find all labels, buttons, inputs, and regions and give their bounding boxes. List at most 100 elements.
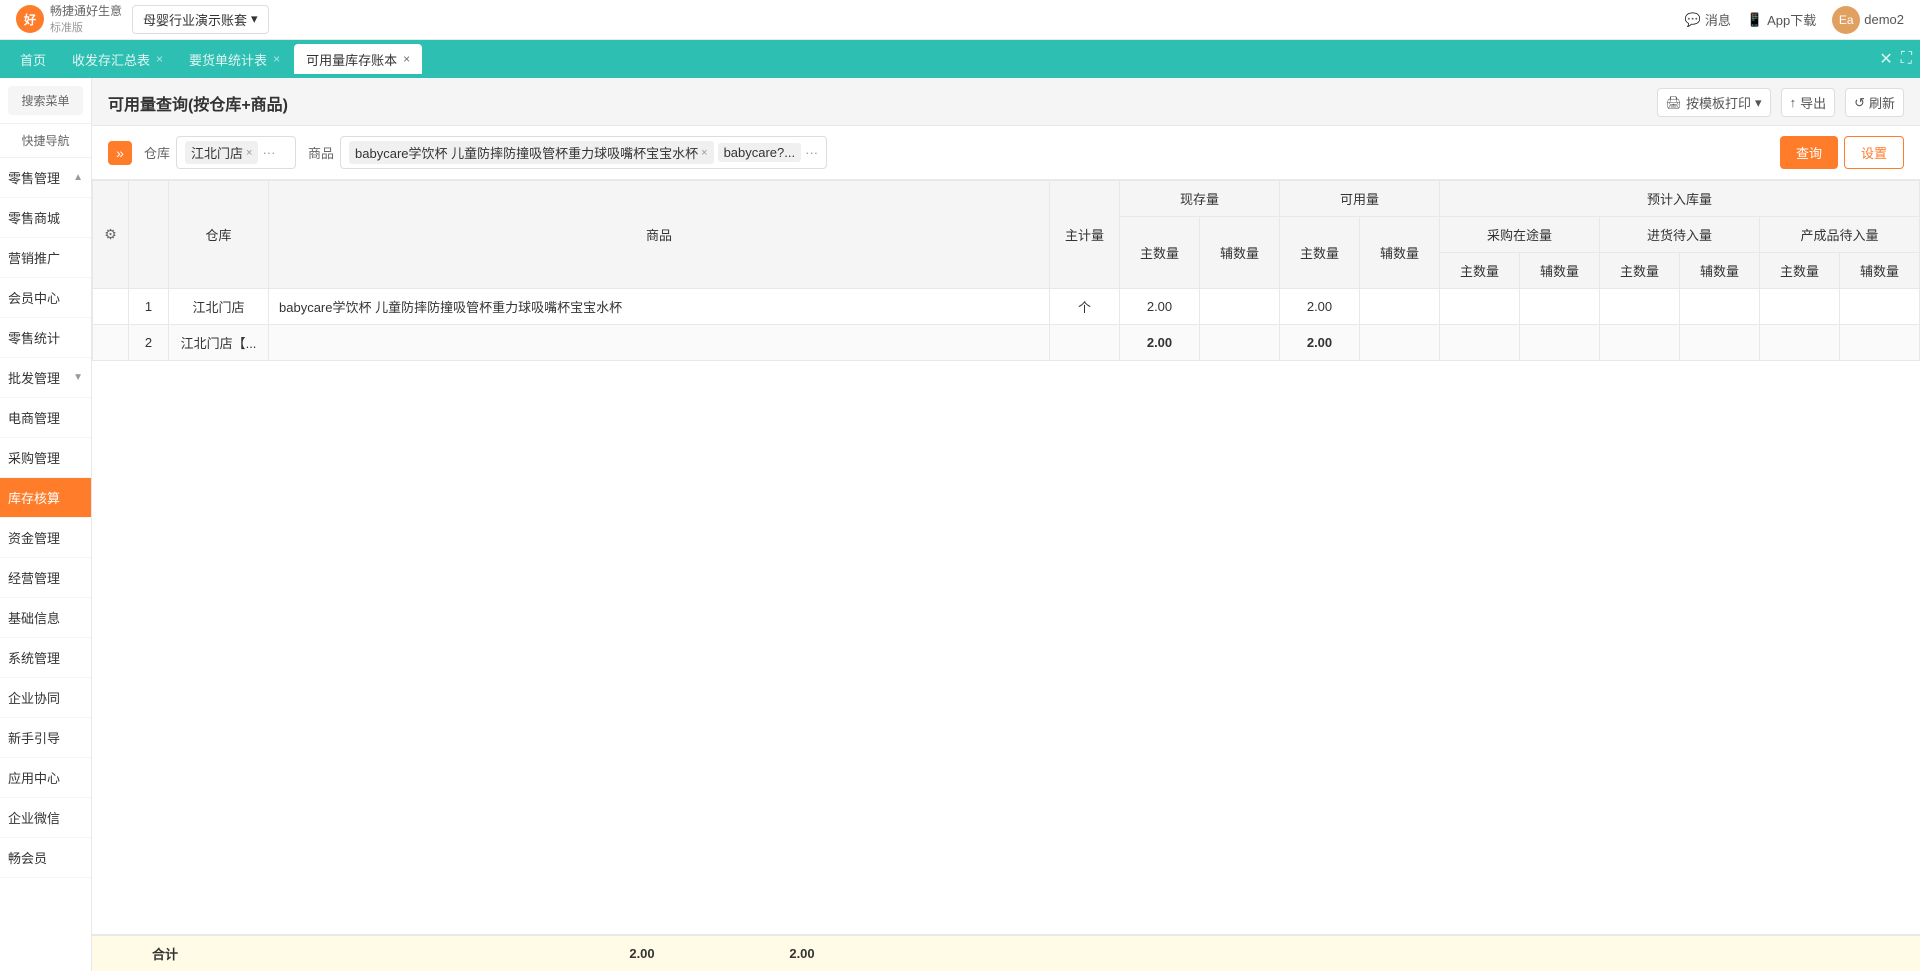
th-gear[interactable]: ⚙ [93,181,129,289]
product-tag-1-close-icon[interactable]: × [701,147,707,159]
sidebar-item-purchase-label: 采购管理 [8,448,60,467]
table-footer: 合计 2.00 2.00 [92,934,1920,971]
sidebar-item-operations-label: 经营管理 [8,568,60,587]
tab-bar-actions: ✕ ⛶ [1879,49,1912,69]
top-bar-left: 好 畅捷通好生意 标准版 母婴行业演示账套 ▾ [16,4,269,34]
tab-available-stock[interactable]: 可用量库存账本 × [294,44,422,74]
product-more-icon[interactable]: ··· [805,145,818,160]
fullscreen-icon[interactable]: ⛶ [1901,50,1912,68]
sidebar: 搜索菜单 快捷导航 零售管理 ▲ 零售商城 营销推广 会员中心 零售统计 批发管… [0,78,92,971]
export-button[interactable]: ↑ 导出 [1781,88,1836,117]
sidebar-quick-nav[interactable]: 快捷导航 [0,124,91,158]
tab-order-stats[interactable]: 要货单统计表 × [177,44,292,74]
sidebar-item-marketing[interactable]: 营销推广 [0,238,91,278]
print-label: 按模板打印 [1686,93,1751,112]
page-header: 可用量查询(按仓库+商品) 🖨 按模板打印 ▾ ↑ 导出 ↺ 刷新 [92,78,1920,126]
td-current-main-2: 2.00 [1120,325,1200,361]
warehouse-tag-close-icon[interactable]: × [246,147,252,159]
sidebar-item-wechat-work-label: 企业微信 [8,808,60,827]
product-filter-input[interactable]: babycare学饮杯 儿童防摔防撞吸管杯重力球吸嘴杯宝宝水杯 × babyca… [340,136,827,169]
td-inbound-pending-main-1 [1600,289,1680,325]
tab-close-icon[interactable]: × [156,52,163,66]
sidebar-item-newbie[interactable]: 新手引导 [0,718,91,758]
sidebar-item-app-center[interactable]: 应用中心 [0,758,91,798]
td-avail-main-2: 2.00 [1280,325,1360,361]
tab-close-icon-3[interactable]: × [403,52,410,66]
industry-selector[interactable]: 母婴行业演示账套 ▾ [132,5,269,34]
table-wrapper: ⚙ 仓库 商品 主计量 现存量 可用量 预计入库量 主数量 辅数量 主数量 [92,180,1920,934]
close-all-tabs-icon[interactable]: ✕ [1879,49,1892,69]
sidebar-item-vip[interactable]: 畅会员 [0,838,91,878]
user-action[interactable]: Ea demo2 [1832,6,1904,34]
sidebar-item-basic-info[interactable]: 基础信息 [0,598,91,638]
sidebar-item-enterprise-label: 企业协同 [8,688,60,707]
tab-close-icon-2[interactable]: × [273,52,280,66]
refresh-button[interactable]: ↺ 刷新 [1845,88,1904,117]
print-template-button[interactable]: 🖨 按模板打印 ▾ [1657,88,1771,117]
sidebar-item-enterprise[interactable]: 企业协同 [0,678,91,718]
query-button[interactable]: 查询 [1780,136,1838,169]
expand-filter-button[interactable]: » [108,141,132,165]
th-inbound-pending-main: 主数量 [1600,253,1680,289]
sidebar-item-retail-stats[interactable]: 零售统计 [0,318,91,358]
th-warehouse: 仓库 [169,181,269,289]
search-menu-button[interactable]: 搜索菜单 [8,86,83,115]
th-production-pending-aux: 辅数量 [1840,253,1920,289]
th-product: 商品 [269,181,1050,289]
product-tag-2: babycare?... [718,143,802,162]
td-inbound-pending-aux-1 [1680,289,1760,325]
th-row-num [129,181,169,289]
setting-button[interactable]: 设置 [1844,136,1904,169]
sidebar-item-retail-mall[interactable]: 零售商城 [0,198,91,238]
td-purchase-transit-aux-2 [1520,325,1600,361]
tab-stock-summary[interactable]: 收发存汇总表 × [60,44,175,74]
table-row: 1 江北门店 babycare学饮杯 儿童防摔防撞吸管杯重力球吸嘴杯宝宝水杯 个… [93,289,1920,325]
sidebar-item-member-label: 会员中心 [8,288,60,307]
warehouse-filter-input[interactable]: 江北门店 × ··· [176,136,296,169]
filter-bar: » 仓库 江北门店 × ··· 商品 babycare学饮杯 儿童防摔防撞吸管杯… [92,126,1920,180]
td-gear-2 [93,325,129,361]
td-row-num-2: 2 [129,325,169,361]
td-warehouse-2: 江北门店【... [169,325,269,361]
message-action[interactable]: 💬 消息 [1685,10,1731,29]
page-title: 可用量查询(按仓库+商品) [108,91,288,115]
td-row-num-1: 1 [129,289,169,325]
td-product-1: babycare学饮杯 儿童防摔防撞吸管杯重力球吸嘴杯宝宝水杯 [269,289,1050,325]
th-production-pending: 产成品待入量 [1760,217,1920,253]
sidebar-item-system[interactable]: 系统管理 [0,638,91,678]
page-actions: 🖨 按模板打印 ▾ ↑ 导出 ↺ 刷新 [1657,88,1905,117]
sidebar-item-member[interactable]: 会员中心 [0,278,91,318]
top-bar-right: 💬 消息 📱 App下载 Ea demo2 [1685,6,1904,34]
sidebar-item-ecommerce[interactable]: 电商管理 [0,398,91,438]
sidebar-item-ecommerce-label: 电商管理 [8,408,60,427]
td-avail-aux-1 [1360,289,1440,325]
sidebar-item-purchase[interactable]: 采购管理 [0,438,91,478]
sidebar-item-operations[interactable]: 经营管理 [0,558,91,598]
td-warehouse-1: 江北门店 [169,289,269,325]
app-download-action[interactable]: 📱 App下载 [1747,10,1816,29]
sidebar-item-app-center-label: 应用中心 [8,768,60,787]
sidebar-item-wechat-work[interactable]: 企业微信 [0,798,91,838]
td-production-pending-main-2 [1760,325,1840,361]
product-tag-2-label: babycare?... [724,145,796,160]
sidebar-item-inventory[interactable]: 库存核算 [0,478,91,518]
td-purchase-transit-aux-1 [1520,289,1600,325]
sidebar-item-wholesale[interactable]: 批发管理 ▼ [0,358,91,398]
sidebar-item-vip-label: 畅会员 [8,848,47,867]
sidebar-item-retail-mgmt-label: 零售管理 [8,168,60,187]
tab-home[interactable]: 首页 [8,44,58,74]
td-avail-aux-2 [1360,325,1440,361]
sidebar-item-retail-mgmt[interactable]: 零售管理 ▲ [0,158,91,198]
sidebar-item-system-label: 系统管理 [8,648,60,667]
td-current-aux-2 [1200,325,1280,361]
footer-label: 合计 [102,944,222,963]
td-inbound-pending-main-2 [1600,325,1680,361]
avatar: Ea [1832,6,1860,34]
th-inbound-pending: 进货待入量 [1600,217,1760,253]
sidebar-item-newbie-label: 新手引导 [8,728,60,747]
th-production-pending-main: 主数量 [1760,253,1840,289]
td-purchase-transit-main-2 [1440,325,1520,361]
warehouse-more-icon[interactable]: ··· [262,145,275,160]
product-tag-1-label: babycare学饮杯 儿童防摔防撞吸管杯重力球吸嘴杯宝宝水杯 [355,143,698,162]
sidebar-item-finance[interactable]: 资金管理 [0,518,91,558]
